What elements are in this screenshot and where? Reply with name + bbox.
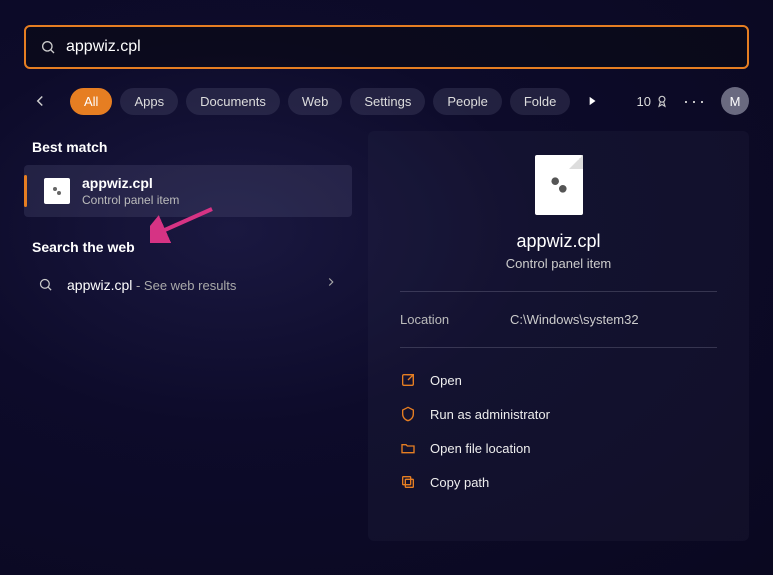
best-match-heading: Best match — [32, 139, 352, 155]
result-title: appwiz.cpl — [82, 175, 179, 191]
copy-icon — [400, 474, 416, 490]
best-match-result[interactable]: appwiz.cpl Control panel item — [24, 165, 352, 217]
action-open-location[interactable]: Open file location — [400, 440, 717, 456]
medal-icon — [655, 94, 669, 108]
web-search-result[interactable]: appwiz.cpl - See web results — [24, 265, 352, 304]
tab-apps[interactable]: Apps — [120, 88, 178, 115]
more-button[interactable]: ··· — [683, 91, 707, 112]
location-row: Location C:\Windows\system32 — [400, 312, 717, 327]
tabs-scroll-right[interactable] — [578, 87, 606, 115]
action-open-location-label: Open file location — [430, 441, 530, 456]
search-input[interactable] — [66, 38, 733, 56]
action-run-admin-label: Run as administrator — [430, 407, 550, 422]
detail-subtitle: Control panel item — [506, 256, 612, 271]
search-icon — [38, 277, 53, 292]
action-open-label: Open — [430, 373, 462, 388]
rewards-badge[interactable]: 10 — [637, 94, 669, 109]
action-copy-path[interactable]: Copy path — [400, 474, 717, 490]
detail-title: appwiz.cpl — [516, 231, 600, 252]
tab-settings[interactable]: Settings — [350, 88, 425, 115]
detail-panel: appwiz.cpl Control panel item Location C… — [368, 131, 749, 541]
cpl-file-icon-large — [535, 155, 583, 215]
tab-documents[interactable]: Documents — [186, 88, 280, 115]
action-run-admin[interactable]: Run as administrator — [400, 406, 717, 422]
result-subtitle: Control panel item — [82, 193, 179, 207]
location-value: C:\Windows\system32 — [510, 312, 639, 327]
open-icon — [400, 372, 416, 388]
chevron-right-icon — [324, 275, 338, 294]
rewards-count: 10 — [637, 94, 651, 109]
back-button[interactable] — [24, 85, 56, 117]
location-label: Location — [400, 312, 510, 327]
web-suffix: - See web results — [132, 278, 236, 293]
tab-folders[interactable]: Folde — [510, 88, 571, 115]
folder-icon — [400, 440, 416, 456]
cpl-file-icon — [44, 178, 70, 204]
tab-people[interactable]: People — [433, 88, 501, 115]
filter-tabs: All Apps Documents Web Settings People F… — [24, 85, 749, 117]
results-panel: Best match appwiz.cpl Control panel item… — [24, 131, 352, 541]
action-copy-path-label: Copy path — [430, 475, 489, 490]
web-term: appwiz.cpl — [67, 277, 132, 293]
action-open[interactable]: Open — [400, 372, 717, 388]
search-bar[interactable] — [24, 25, 749, 69]
tab-web[interactable]: Web — [288, 88, 343, 115]
user-avatar[interactable]: M — [721, 87, 749, 115]
shield-icon — [400, 406, 416, 422]
search-icon — [40, 39, 56, 55]
search-web-heading: Search the web — [32, 239, 352, 255]
tab-all[interactable]: All — [70, 88, 112, 115]
